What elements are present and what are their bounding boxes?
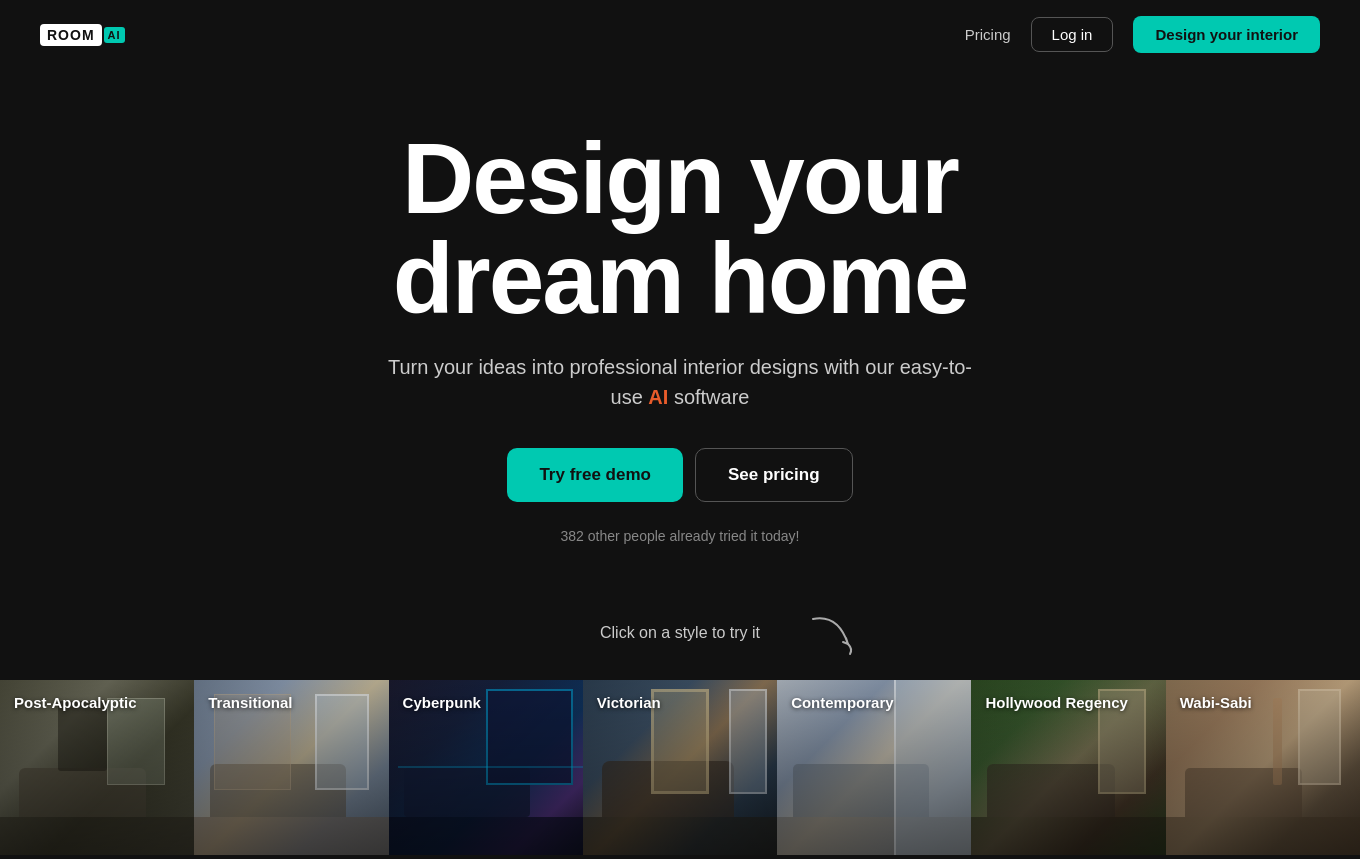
styles-hint-text: Click on a style to try it — [0, 624, 1360, 642]
hero-title: Design your dream home — [393, 128, 968, 328]
logo-ai-badge: AI — [104, 27, 125, 43]
styles-hint-wrapper: Click on a style to try it — [0, 624, 1360, 662]
style-card-cyberpunk[interactable]: Cyberpunk — [389, 680, 583, 855]
style-card-hollywood-regency[interactable]: Hollywood Regency — [971, 680, 1165, 855]
style-card-wabi-sabi[interactable]: Wabi-Sabi — [1166, 680, 1360, 855]
hero-ai-highlight: AI — [648, 386, 668, 408]
style-card-label-wabi-sabi: Wabi-Sabi — [1180, 694, 1252, 711]
logo-room: ROOM — [40, 24, 102, 46]
nav-left: ROOMAI — [40, 24, 125, 45]
navbar: ROOMAI Pricing Log in Design your interi… — [0, 0, 1360, 68]
pricing-nav-link[interactable]: Pricing — [965, 26, 1011, 43]
style-card-victorian[interactable]: Victorian — [583, 680, 777, 855]
see-pricing-button[interactable]: See pricing — [695, 448, 853, 502]
hero-subtitle-after: software — [668, 386, 749, 408]
style-card-transitional[interactable]: Transitional — [194, 680, 388, 855]
style-card-post-apocalyptic[interactable]: Post-Apocalyptic — [0, 680, 194, 855]
style-card-label-cyberpunk: Cyberpunk — [403, 694, 481, 711]
design-interior-button[interactable]: Design your interior — [1133, 16, 1320, 53]
hero-subtitle: Turn your ideas into professional interi… — [380, 352, 980, 412]
hero-title-line2: dream home — [393, 222, 968, 334]
nav-right: Pricing Log in Design your interior — [965, 16, 1320, 53]
style-card-label-post-ap: Post-Apocalyptic — [14, 694, 137, 711]
style-card-label-hollywood: Hollywood Regency — [985, 694, 1128, 711]
style-card-label-contemporary: Contemporary — [791, 694, 894, 711]
style-card-label-victorian: Victorian — [597, 694, 661, 711]
logo: ROOMAI — [40, 24, 125, 45]
logo-wordmark: ROOMAI — [40, 24, 125, 45]
hero-title-line1: Design your — [402, 122, 958, 234]
style-card-label-transitional: Transitional — [208, 694, 292, 711]
style-card-contemporary[interactable]: Contemporary — [777, 680, 971, 855]
social-proof-text: 382 other people already tried it today! — [561, 528, 800, 544]
arrow-icon — [808, 614, 868, 664]
hero-section: Design your dream home Turn your ideas i… — [0, 68, 1360, 584]
styles-grid: Post-Apocalyptic Transitional Cyberpunk — [0, 680, 1360, 855]
hero-cta-buttons: Try free demo See pricing — [507, 448, 852, 502]
try-demo-button[interactable]: Try free demo — [507, 448, 683, 502]
login-button[interactable]: Log in — [1031, 17, 1114, 52]
styles-section: Click on a style to try it Post-Apocalyp… — [0, 624, 1360, 855]
